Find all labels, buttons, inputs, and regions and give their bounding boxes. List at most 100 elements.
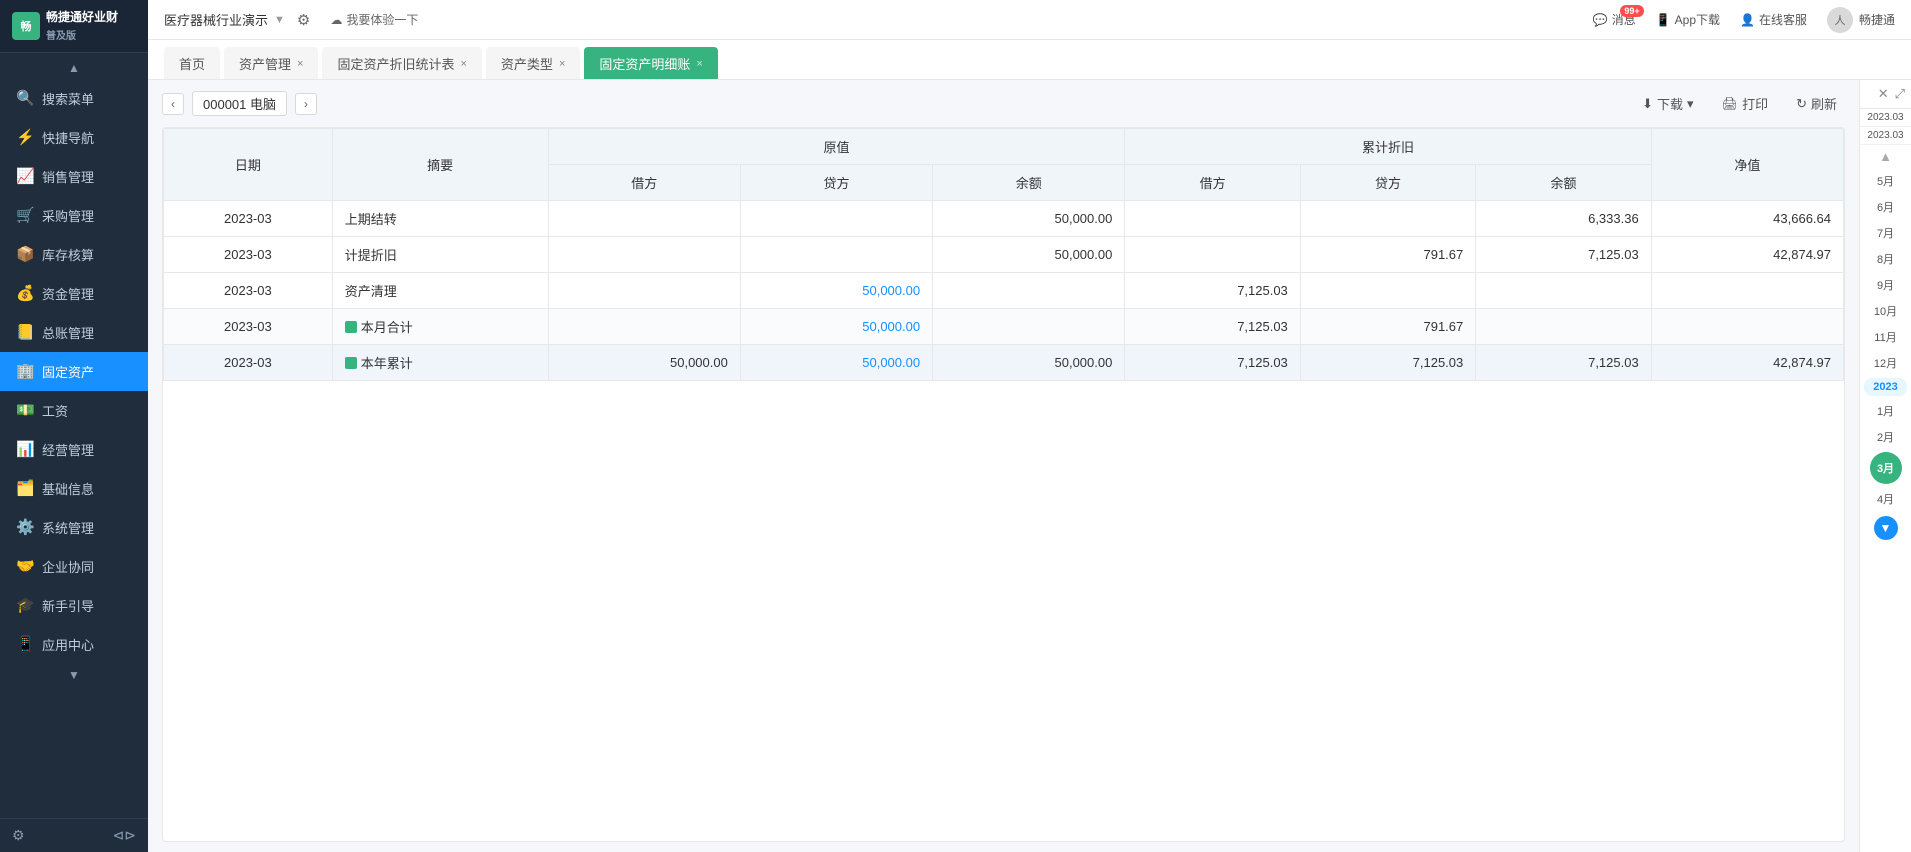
company-settings-icon[interactable]: ⚙ — [297, 11, 310, 29]
sidebar-item-label: 工资 — [42, 401, 68, 420]
cell-orig-balance — [933, 309, 1125, 345]
tab-asset-mgmt[interactable]: 资产管理 × — [224, 47, 318, 79]
summary-label: 本年累计 — [345, 353, 536, 372]
sidebar-item-system[interactable]: ⚙️ 系统管理 — [0, 508, 148, 547]
basic-info-icon: 🗂️ — [16, 479, 34, 497]
sidebar-item-salary[interactable]: 💵 工资 — [0, 391, 148, 430]
sidebar-item-label: 基础信息 — [42, 479, 94, 498]
sidebar-scroll-up[interactable]: ▲ — [0, 57, 148, 79]
tab-asset-detail[interactable]: 固定资产明细账 × — [584, 47, 717, 79]
cell-dep-credit — [1300, 273, 1475, 309]
customer-service-btn[interactable]: 👤 在线客服 — [1740, 11, 1807, 28]
sidebar-item-capital[interactable]: 💰 资金管理 — [0, 274, 148, 313]
timeline-month[interactable]: 1月 — [1860, 398, 1911, 424]
tab-home[interactable]: 首页 — [164, 47, 220, 79]
sidebar-item-quick-nav[interactable]: ⚡ 快捷导航 — [0, 118, 148, 157]
tab-asset-type[interactable]: 资产类型 × — [486, 47, 580, 79]
settings-icon[interactable]: ⚙ — [12, 827, 25, 844]
asset-next-btn[interactable]: › — [295, 93, 317, 115]
timeline-month[interactable]: 6月 — [1860, 194, 1911, 220]
close-panel-icon[interactable]: ✕ — [1876, 84, 1891, 104]
cell-orig-credit: 50,000.00 — [740, 309, 932, 345]
cell-dep-debit: 7,125.03 — [1125, 273, 1300, 309]
asset-prev-btn[interactable]: ‹ — [162, 93, 184, 115]
experience-btn[interactable]: ☁ 我要体验一下 — [330, 11, 418, 28]
timeline-month[interactable]: 7月 — [1860, 220, 1911, 246]
sales-icon: 📈 — [16, 167, 34, 185]
sidebar-item-ledger[interactable]: 📒 总账管理 — [0, 313, 148, 352]
print-btn[interactable]: 🖨 打印 — [1714, 90, 1777, 117]
sidebar-item-sales[interactable]: 📈 销售管理 — [0, 157, 148, 196]
sidebar-item-label: 固定资产 — [42, 362, 94, 381]
table-row: 2023-03 资产清理 50,000.00 7,125.03 — [164, 273, 1844, 309]
timeline-month[interactable]: 5月 — [1860, 168, 1911, 194]
sidebar-item-guide[interactable]: 🎓 新手引导 — [0, 586, 148, 625]
salary-icon: 💵 — [16, 401, 34, 419]
sidebar-item-enterprise[interactable]: 🤝 企业协同 — [0, 547, 148, 586]
cell-dep-balance — [1476, 309, 1651, 345]
timeline-year-2023[interactable]: 2023 — [1864, 378, 1907, 396]
sidebar-item-label: 总账管理 — [42, 323, 94, 342]
sidebar-item-label: 快捷导航 — [42, 128, 94, 147]
sidebar-item-label: 搜索菜单 — [42, 89, 94, 108]
sidebar-item-operations[interactable]: 📊 经营管理 — [0, 430, 148, 469]
tab-depreciation-stats-close[interactable]: × — [460, 58, 466, 70]
timeline-scroll-up-btn[interactable]: ▲ — [1860, 145, 1911, 168]
app-download-btn[interactable]: 📱 App下载 — [1656, 11, 1720, 28]
expand-panel-icon[interactable]: ⤢ — [1893, 84, 1907, 104]
sidebar-item-basic-info[interactable]: 🗂️ 基础信息 — [0, 469, 148, 508]
cell-summary: 计提折旧 — [332, 237, 548, 273]
app-name: 畅捷通好业财 — [46, 10, 118, 26]
cell-net-value — [1651, 309, 1843, 345]
tab-asset-mgmt-close[interactable]: × — [297, 58, 303, 70]
collapse-sidebar-icon[interactable]: ⊲⊳ — [113, 827, 136, 844]
timeline-month[interactable]: 4月 — [1860, 486, 1911, 512]
sidebar-item-purchase[interactable]: 🛒 采购管理 — [0, 196, 148, 235]
messages-btn[interactable]: 💬 消息 99+ — [1593, 11, 1636, 28]
sidebar-item-fixed-assets[interactable]: 🏢 固定资产 — [0, 352, 148, 391]
download-btn[interactable]: ⬇ 下载 ▾ — [1634, 90, 1701, 117]
user-menu[interactable]: 人 畅捷通 — [1827, 7, 1895, 33]
tab-asset-type-label: 资产类型 — [501, 54, 553, 73]
timeline-month[interactable]: 9月 — [1860, 272, 1911, 298]
sidebar-item-label: 经营管理 — [42, 440, 94, 459]
timeline-month[interactable]: 10月 — [1860, 298, 1911, 324]
sidebar-item-label: 采购管理 — [42, 206, 94, 225]
table-row: 2023-03 本月合计 50,000.00 7,125.03 791.67 — [164, 309, 1844, 345]
cell-dep-debit — [1125, 201, 1300, 237]
sidebar-item-app-center[interactable]: 📱 应用中心 — [0, 625, 148, 664]
sidebar-item-inventory[interactable]: 📦 库存核算 — [0, 235, 148, 274]
topbar: 医疗器械行业演示 ▼ ⚙ ☁ 我要体验一下 💬 消息 99+ 📱 App下载 👤… — [148, 0, 1911, 40]
cell-dep-debit — [1125, 237, 1300, 273]
table-row: 2023-03 本年累计 50,000.00 50,000.00 50,000.… — [164, 345, 1844, 381]
timeline-month[interactable]: 8月 — [1860, 246, 1911, 272]
sidebar-logo: 畅 畅捷通好业财 普及版 — [0, 0, 148, 53]
col-orig-balance: 余额 — [933, 165, 1125, 201]
col-date: 日期 — [164, 129, 333, 201]
tab-asset-detail-close[interactable]: × — [696, 58, 702, 70]
asset-name: 电脑 — [250, 97, 276, 112]
ledger-icon: 📒 — [16, 323, 34, 341]
sidebar-item-search[interactable]: 🔍 搜索菜单 — [0, 79, 148, 118]
cell-date: 2023-03 — [164, 201, 333, 237]
cell-orig-credit — [740, 201, 932, 237]
timeline-month[interactable]: 12月 — [1860, 350, 1911, 376]
timeline-month[interactable]: 11月 — [1860, 324, 1911, 350]
col-dep-balance: 余额 — [1476, 165, 1651, 201]
tab-asset-type-close[interactable]: × — [559, 58, 565, 70]
tab-depreciation-stats[interactable]: 固定资产折旧统计表 × — [322, 47, 481, 79]
sidebar-scroll-down[interactable]: ▼ — [0, 664, 148, 686]
cell-net-value: 42,874.97 — [1651, 237, 1843, 273]
cell-dep-debit: 7,125.03 — [1125, 309, 1300, 345]
cell-summary: 本年累计 — [332, 345, 548, 381]
cell-orig-credit — [740, 237, 932, 273]
cell-net-value: 43,666.64 — [1651, 201, 1843, 237]
col-dep-debit: 借方 — [1125, 165, 1300, 201]
timeline-month[interactable]: 2月 — [1860, 424, 1911, 450]
refresh-btn[interactable]: ↻ 刷新 — [1788, 90, 1845, 117]
timeline-month-active[interactable]: 3月 — [1870, 452, 1902, 484]
timeline-top-label1: 2023.03 — [1860, 109, 1911, 127]
timeline-scroll-down-btn[interactable]: ▼ — [1874, 516, 1898, 540]
tabbar: 首页 资产管理 × 固定资产折旧统计表 × 资产类型 × 固定资产明细账 × — [148, 40, 1911, 80]
company-selector[interactable]: 医疗器械行业演示 ▼ — [164, 10, 285, 29]
